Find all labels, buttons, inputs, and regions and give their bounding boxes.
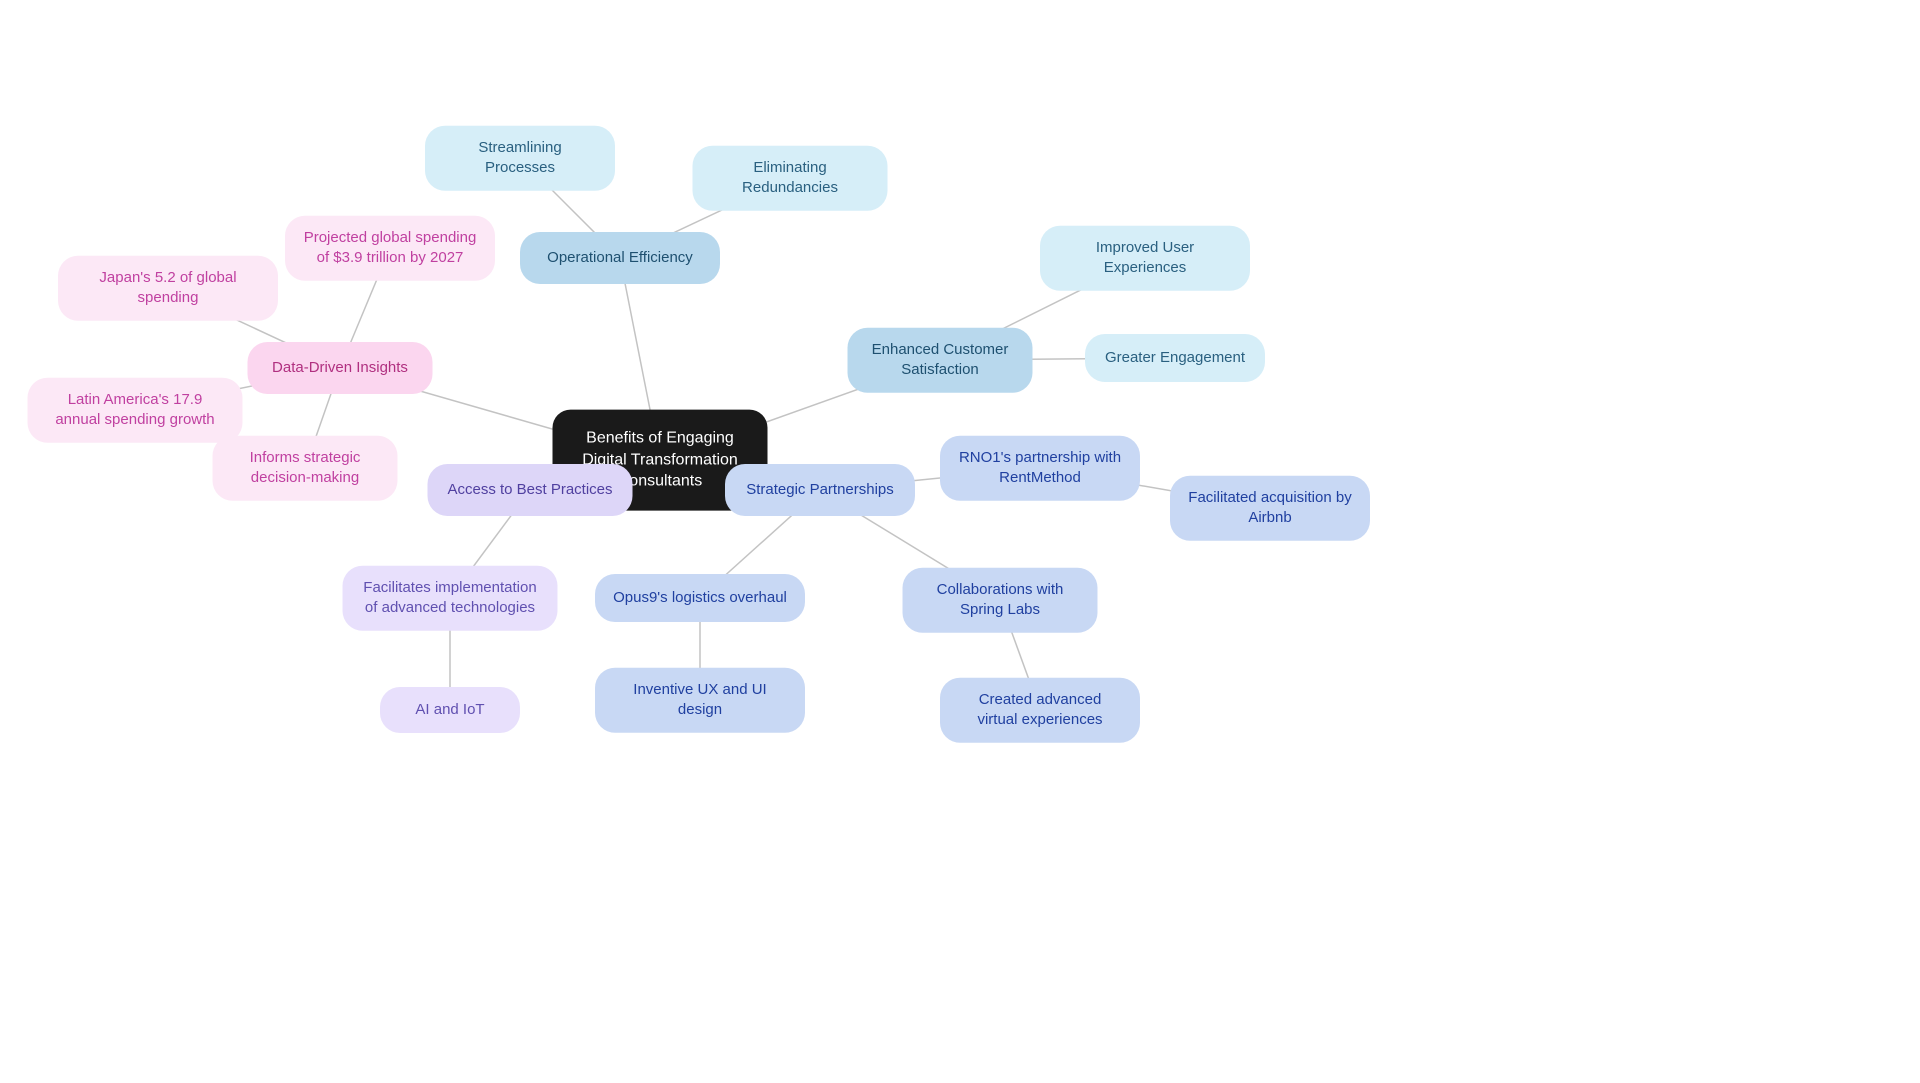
- japans-node: Japan's 5.2 of global spending: [58, 256, 278, 321]
- connection-lines: [0, 0, 1920, 1083]
- created-advanced-node: Created advanced virtual experiences: [940, 678, 1140, 743]
- latin-americas-node: Latin America's 17.9 annual spending gro…: [28, 378, 243, 443]
- inventive-ux-node: Inventive UX and UI design: [595, 668, 805, 733]
- ai-iot-node: AI and IoT: [380, 687, 520, 733]
- eliminating-redundancies-node: Eliminating Redundancies: [693, 146, 888, 211]
- collaborations-spring-node: Collaborations with Spring Labs: [903, 568, 1098, 633]
- improved-user-node: Improved User Experiences: [1040, 226, 1250, 291]
- facilitates-impl-node: Facilitates implementation of advanced t…: [343, 566, 558, 631]
- mind-map-canvas: Benefits of Engaging Digital Transformat…: [0, 0, 1920, 1083]
- strategic-partnerships-node: Strategic Partnerships: [725, 464, 915, 516]
- rno1-partnership-node: RNO1's partnership with RentMethod: [940, 436, 1140, 501]
- informs-strategic-node: Informs strategic decision-making: [213, 436, 398, 501]
- enhanced-customer-node: Enhanced Customer Satisfaction: [848, 328, 1033, 393]
- operational-efficiency-node: Operational Efficiency: [520, 232, 720, 284]
- greater-engagement-node: Greater Engagement: [1085, 334, 1265, 382]
- opus9-node: Opus9's logistics overhaul: [595, 574, 805, 622]
- projected-global-node: Projected global spending of $3.9 trilli…: [285, 216, 495, 281]
- facilitated-acq-node: Facilitated acquisition by Airbnb: [1170, 476, 1370, 541]
- access-best-node: Access to Best Practices: [428, 464, 633, 516]
- streamlining-processes-node: Streamlining Processes: [425, 126, 615, 191]
- data-driven-node: Data-Driven Insights: [248, 342, 433, 394]
